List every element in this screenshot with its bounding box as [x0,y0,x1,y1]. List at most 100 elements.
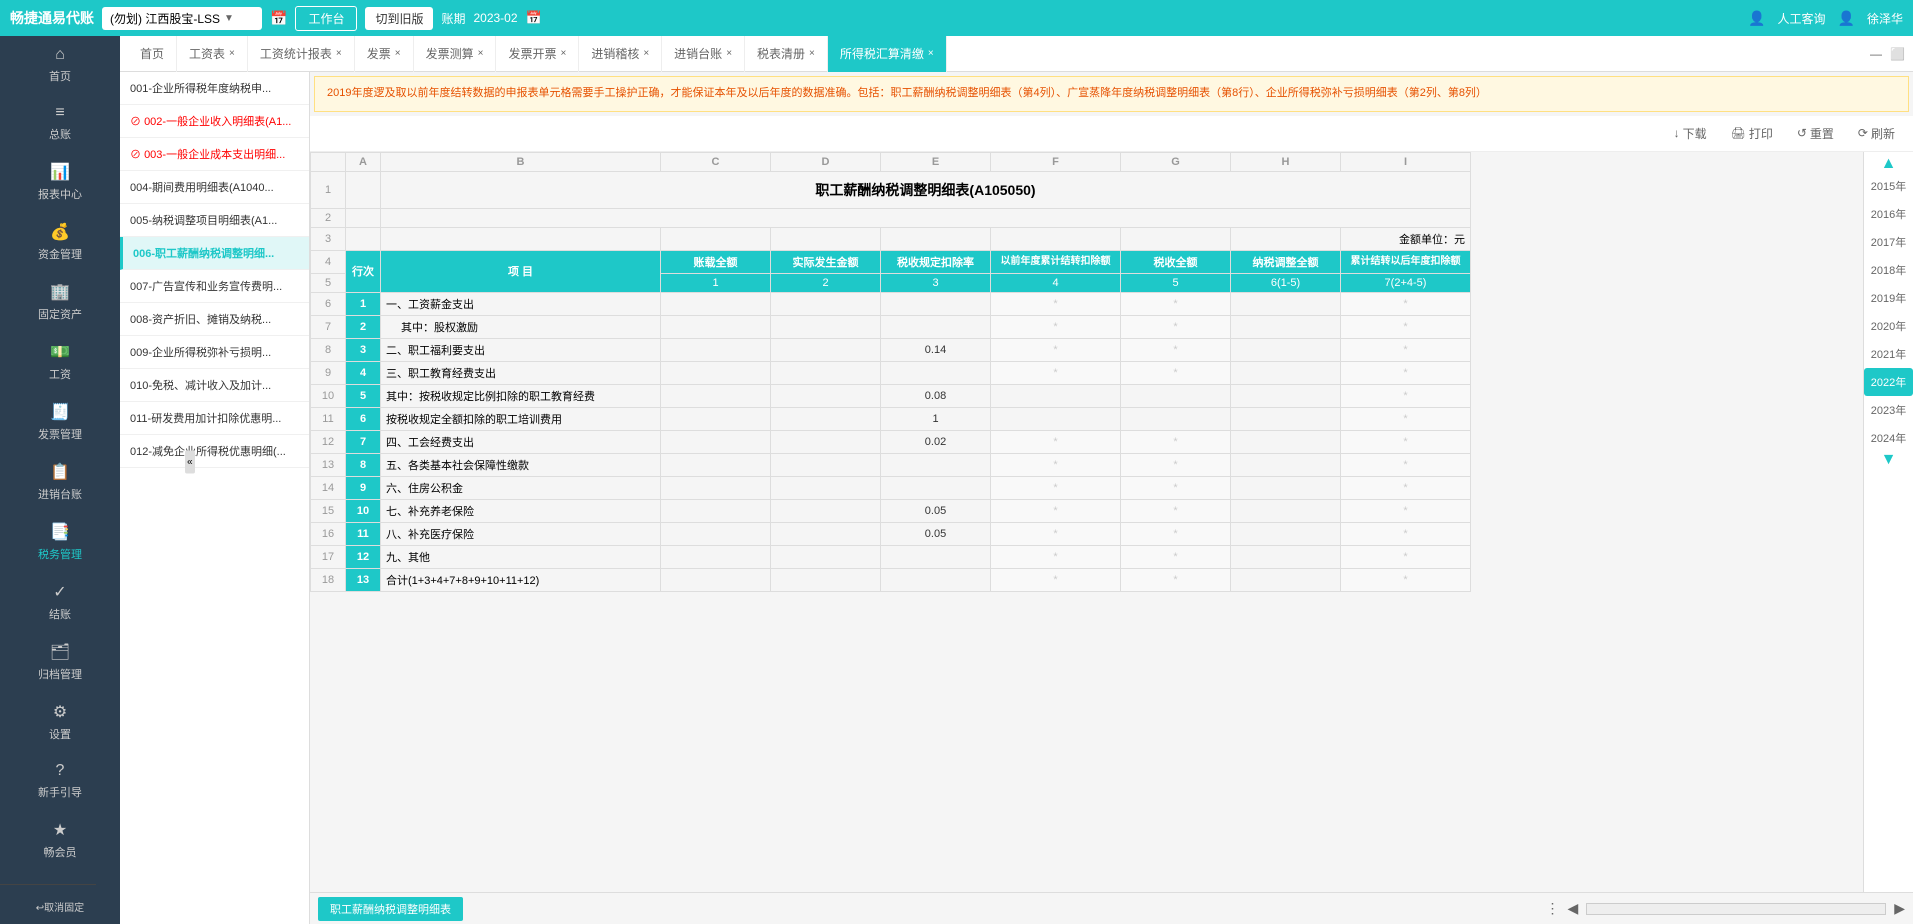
left-panel-item-011[interactable]: 011-研发费用加计扣除优惠明... [120,402,309,435]
tab-purchase-ledger[interactable]: 进销台账 × [662,36,745,72]
print-button[interactable]: 🖨 打印 [1725,122,1779,145]
cell-13-D[interactable] [771,453,881,476]
sidebar-item-guide[interactable]: ? 新手引导 [0,752,120,810]
sidebar-item-membership[interactable]: ★ 畅会员 [0,810,120,870]
cell-10-C[interactable] [661,384,771,407]
cell-17-E[interactable] [881,545,991,568]
cell-12-C[interactable] [661,430,771,453]
cell-7-E[interactable] [881,315,991,338]
item-8[interactable]: 五、各类基本社会保障性缴款 [381,453,661,476]
cell-7-H[interactable] [1231,315,1341,338]
cell-17-C[interactable] [661,545,771,568]
year-2020[interactable]: 2020年 [1864,312,1913,340]
sidebar-item-sales[interactable]: 📋 进销台账 [0,452,120,512]
horizontal-scrollbar[interactable] [1586,903,1886,915]
cell-11-D[interactable] [771,407,881,430]
window-minimize-icon[interactable]: — [1870,47,1882,61]
tab-home[interactable]: 首页 [128,36,177,72]
item-1[interactable]: 一、工资薪金支出 [381,292,661,315]
cell-16-H[interactable] [1231,522,1341,545]
tab-tax-clearance[interactable]: 所得税汇算清缴 × [828,36,947,72]
cell-11-E[interactable]: 1 [881,407,991,430]
cell-11-G[interactable] [1121,407,1231,430]
cell-8-H[interactable] [1231,338,1341,361]
item-6[interactable]: 按税收规定全额扣除的职工培训费用 [381,407,661,430]
year-2024[interactable]: 2024年 [1864,424,1913,452]
tab-salary-report-close[interactable]: × [336,48,342,59]
cell-14-D[interactable] [771,476,881,499]
cell-12-H[interactable] [1231,430,1341,453]
left-panel-item-009[interactable]: 009-企业所得税弥补亏损明... [120,336,309,369]
left-panel-item-012[interactable]: 012-减免企业所得税优惠明细(... [120,435,309,468]
cell-8-E[interactable]: 0.14 [881,338,991,361]
cell-9-E[interactable] [881,361,991,384]
cell-6-E[interactable] [881,292,991,315]
year-2018[interactable]: 2018年 [1864,256,1913,284]
cell-15-E[interactable]: 0.05 [881,499,991,522]
year-2022[interactable]: 2022年 [1864,368,1913,396]
cell-18-D[interactable] [771,568,881,591]
sidebar-item-cancel-pin[interactable]: ↩取消固定 [0,889,120,924]
item-4[interactable]: 三、职工教育经费支出 [381,361,661,384]
cell-12-D[interactable] [771,430,881,453]
sidebar-item-home[interactable]: ⌂ 首页 [0,36,120,94]
left-panel-item-008[interactable]: 008-资产折旧、摊销及纳税... [120,303,309,336]
cell-16-E[interactable]: 0.05 [881,522,991,545]
cell-6-D[interactable] [771,292,881,315]
download-button[interactable]: ↓ 下载 [1668,122,1713,145]
sidebar-item-archive[interactable]: 🗂 归档管理 [0,632,120,692]
tab-invoice-open-close[interactable]: × [560,48,566,59]
cell-17-H[interactable] [1231,545,1341,568]
left-panel-item-007[interactable]: 007-广告宣传和业务宣传费明... [120,270,309,303]
window-maximize-icon[interactable]: ⬜ [1890,47,1905,61]
sidebar-item-close[interactable]: ✓ 结账 [0,572,120,632]
cell-10-H[interactable] [1231,384,1341,407]
tab-purchase-audit-close[interactable]: × [643,48,649,59]
support-label[interactable]: 人工客询 [1778,10,1826,27]
cell-15-C[interactable] [661,499,771,522]
cell-9-D[interactable] [771,361,881,384]
left-panel-item-004[interactable]: 004-期间费用明细表(A1040... [120,171,309,204]
cell-18-C[interactable] [661,568,771,591]
sidebar-item-invoice[interactable]: 🧾 发票管理 [0,392,120,452]
bottom-sheet-tab[interactable]: 职工薪酬纳税调整明细表 [318,897,463,921]
cell-11-H[interactable] [1231,407,1341,430]
tab-invoice-calc-close[interactable]: × [478,48,484,59]
item-3[interactable]: 二、职工福利要支出 [381,338,661,361]
left-panel-item-006[interactable]: 006-职工薪酬纳税调整明细... [120,237,309,270]
reset-button[interactable]: ↺ 重置 [1791,122,1840,145]
old-version-button[interactable]: 切到旧版 [365,7,433,30]
cell-10-G[interactable] [1121,384,1231,407]
collapse-panel-button[interactable]: « [185,451,195,474]
left-panel-item-002[interactable]: 002-一般企业收入明细表(A1... [120,105,309,138]
tab-invoice-close[interactable]: × [395,48,401,59]
sidebar-item-funds[interactable]: 💰 资金管理 [0,212,120,272]
year-down-arrow[interactable]: ▼ [1881,452,1897,468]
year-2019[interactable]: 2019年 [1864,284,1913,312]
cell-6-C[interactable] [661,292,771,315]
year-2016[interactable]: 2016年 [1864,200,1913,228]
left-panel-item-003[interactable]: 003-一般企业成本支出明细... [120,138,309,171]
item-7[interactable]: 四、工会经费支出 [381,430,661,453]
item-12[interactable]: 九、其他 [381,545,661,568]
cell-10-E[interactable]: 0.08 [881,384,991,407]
cell-14-E[interactable] [881,476,991,499]
sidebar-item-ledger[interactable]: ≡ 总账 [0,94,120,152]
cell-9-C[interactable] [661,361,771,384]
tab-tax-table[interactable]: 税表清册 × [745,36,828,72]
cell-14-C[interactable] [661,476,771,499]
tab-tax-clearance-close[interactable]: × [928,48,934,59]
year-up-arrow[interactable]: ▲ [1881,156,1897,172]
sidebar-item-assets[interactable]: 🏢 固定资产 [0,272,120,332]
tab-salary-report[interactable]: 工资统计报表 × [248,36,355,72]
cell-8-D[interactable] [771,338,881,361]
cell-11-C[interactable] [661,407,771,430]
left-panel-item-005[interactable]: 005-纳税调整项目明细表(A1... [120,204,309,237]
item-5[interactable]: 其中：按税收规定比例扣除的职工教育经费 [381,384,661,407]
scroll-right-button[interactable]: ▶ [1894,900,1905,917]
item-13[interactable]: 合计(1+3+4+7+8+9+10+11+12) [381,568,661,591]
cell-18-H[interactable] [1231,568,1341,591]
tab-salary[interactable]: 工资表 × [177,36,248,72]
item-11[interactable]: 八、补充医疗保险 [381,522,661,545]
company-selector[interactable]: (勿划) 江西股宝-LSS ▼ [102,7,262,30]
